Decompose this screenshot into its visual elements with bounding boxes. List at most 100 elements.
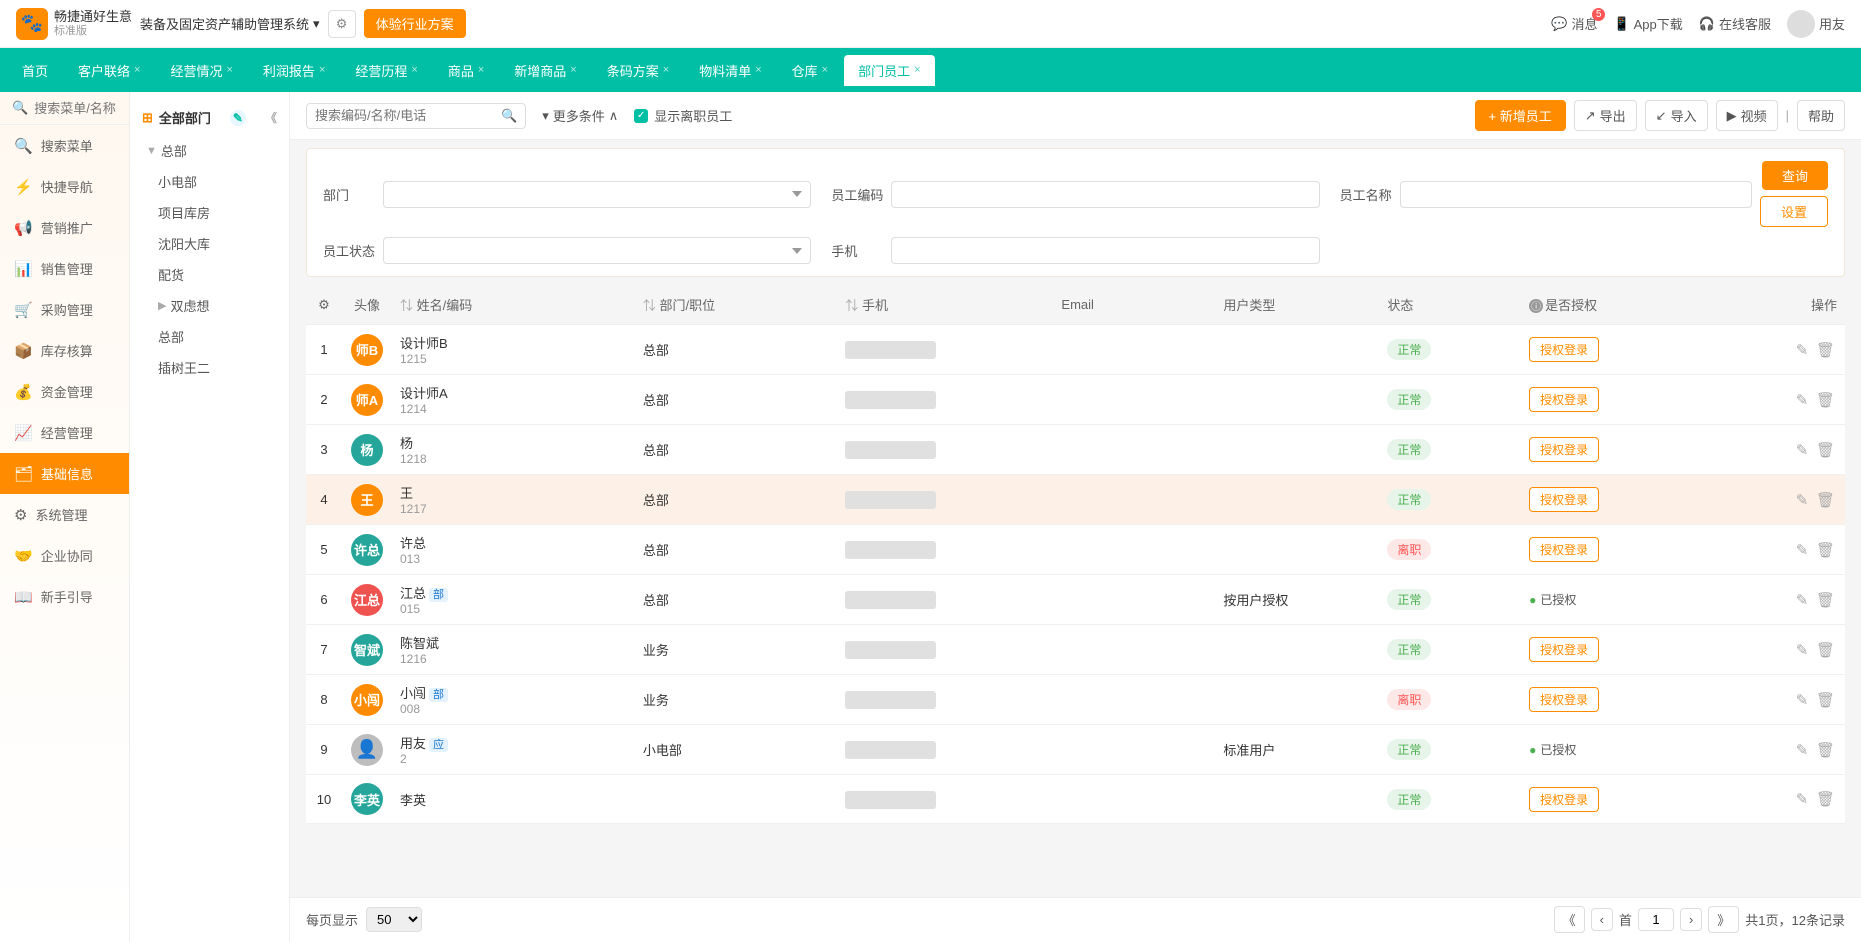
auth-login-button[interactable]: 授权登录 [1529,687,1599,712]
auth-login-button[interactable]: 授权登录 [1529,337,1599,362]
try-plan-button[interactable]: 体验行业方案 [364,9,466,38]
left-nav-item-新手引导[interactable]: 📖新手引导 [0,576,129,617]
help-button[interactable]: 帮助 [1797,100,1845,131]
delete-button[interactable]: 🗑 [1814,540,1837,561]
delete-button[interactable]: 🗑 [1814,340,1837,361]
edit-button[interactable]: ✎ [1794,740,1811,761]
left-nav-item-销售管理[interactable]: 📊销售管理 [0,248,129,289]
more-filter-button[interactable]: ▾ 更多条件 ∧ [534,102,626,129]
filter-code-input[interactable] [891,181,1319,208]
add-employee-button[interactable]: + 新增员工 [1475,100,1566,131]
nav-tab-仓库[interactable]: 仓库× [778,55,842,86]
filter-phone-input[interactable] [891,237,1319,264]
dept-item[interactable]: 总部 [130,321,289,352]
export-button[interactable]: ↗ 导出 [1574,100,1637,131]
next-page-button[interactable]: › [1680,908,1702,931]
nav-tab-经营历程[interactable]: 经营历程× [341,55,431,86]
nav-tab-物料清单[interactable]: 物料清单× [685,55,775,86]
tab-close-icon[interactable]: × [663,64,669,76]
search-submit-icon[interactable]: 🔍 [501,108,517,124]
tab-close-icon[interactable]: × [822,64,828,76]
delete-button[interactable]: 🗑 [1814,640,1837,661]
auth-login-button[interactable]: 授权登录 [1529,637,1599,662]
import-button[interactable]: ↙ 导入 [1645,100,1708,131]
edit-button[interactable]: ✎ [1794,690,1811,711]
edit-button[interactable]: ✎ [1794,340,1811,361]
auth-login-button[interactable]: 授权登录 [1529,437,1599,462]
nav-tab-首页[interactable]: 首页 [8,55,62,86]
video-button[interactable]: ▶ 视频 [1716,100,1778,131]
tab-close-icon[interactable]: × [319,64,325,76]
last-page-button[interactable]: 》 [1708,906,1739,933]
delete-button[interactable]: 🗑 [1814,440,1837,461]
auth-login-button[interactable]: 授权登录 [1529,487,1599,512]
dept-item[interactable]: ▶ 双虑想 [130,290,289,321]
tab-close-icon[interactable]: × [134,64,140,76]
left-nav-item-营销推广[interactable]: 📢营销推广 [0,207,129,248]
th-dept[interactable]: ⇅ 部门/职位 [635,285,837,325]
delete-button[interactable]: 🗑 [1814,690,1837,711]
th-settings[interactable]: ⚙ [306,285,342,325]
left-nav-item-系统管理[interactable]: ⚙系统管理 [0,494,129,535]
tab-close-icon[interactable]: × [478,64,484,76]
left-nav-item-采购管理[interactable]: 🛒采购管理 [0,289,129,330]
dept-item[interactable]: 沈阳大库 [130,228,289,259]
nav-tab-部门员工[interactable]: 部门员工× [844,55,934,86]
filter-name-input[interactable] [1400,181,1752,208]
dept-item[interactable]: 插树王二 [130,352,289,383]
tab-close-icon[interactable]: × [226,64,232,76]
dept-collapse-button[interactable]: 《 [265,109,277,126]
dept-edit-icon[interactable]: ✎ [230,110,246,126]
left-nav-item-库存核算[interactable]: 📦库存核算 [0,330,129,371]
search-menu-input[interactable] [34,101,130,116]
auth-login-button[interactable]: 授权登录 [1529,787,1599,812]
auth-login-button[interactable]: 授权登录 [1529,387,1599,412]
tab-close-icon[interactable]: × [411,64,417,76]
delete-button[interactable]: 🗑 [1814,490,1837,511]
delete-button[interactable]: 🗑 [1814,390,1837,411]
sys-name-dropdown[interactable]: 装备及固定资产辅助管理系统 ▾ [140,14,320,33]
auth-login-button[interactable]: 授权登录 [1529,537,1599,562]
app-download-button[interactable]: 📱 App下载 [1613,14,1682,33]
nav-tab-条码方案[interactable]: 条码方案× [593,55,683,86]
left-nav-item-搜索菜单[interactable]: 🔍搜索菜单 [0,125,129,166]
dept-item[interactable]: 配货 [130,259,289,290]
left-nav-item-经营管理[interactable]: 📈经营管理 [0,412,129,453]
th-name[interactable]: ⇅ 姓名/编码 [392,285,635,325]
filter-status-select[interactable]: 正常 离职 [383,237,811,264]
filter-set-button[interactable]: 设置 [1760,196,1828,227]
th-phone[interactable]: ⇅ 手机 [837,285,1053,325]
nav-tab-新增商品[interactable]: 新增商品× [500,55,590,86]
first-page-button[interactable]: 《 [1554,906,1585,933]
dept-item[interactable]: 项目库房 [130,197,289,228]
left-nav-item-快捷导航[interactable]: ⚡快捷导航 [0,166,129,207]
filter-search-button[interactable]: 查询 [1762,161,1828,190]
filter-dept-select[interactable] [383,181,811,208]
edit-button[interactable]: ✎ [1794,789,1811,810]
nav-tab-利润报告[interactable]: 利润报告× [249,55,339,86]
search-input[interactable] [315,108,495,123]
tab-close-icon[interactable]: × [570,64,576,76]
nav-tab-客户联络[interactable]: 客户联络× [64,55,154,86]
page-number-input[interactable] [1638,908,1674,931]
show-resigned-toggle[interactable]: ✓ 显示离职员工 [634,106,732,125]
delete-button[interactable]: 🗑 [1814,789,1837,810]
message-button[interactable]: 💬 消息 5 [1551,14,1597,33]
page-size-select[interactable]: 50 20 100 [366,907,422,932]
prev-page-button[interactable]: ‹ [1591,908,1613,931]
left-nav-item-资金管理[interactable]: 💰资金管理 [0,371,129,412]
edit-button[interactable]: ✎ [1794,490,1811,511]
tab-close-icon[interactable]: × [755,64,761,76]
show-resigned-checkbox[interactable]: ✓ [634,109,648,123]
left-nav-item-企业协同[interactable]: 🤝企业协同 [0,535,129,576]
settings-button[interactable]: ⚙ [328,10,356,38]
user-menu[interactable]: 用友 [1787,10,1845,38]
delete-button[interactable]: 🗑 [1814,590,1837,611]
edit-button[interactable]: ✎ [1794,640,1811,661]
online-service-button[interactable]: 🎧 在线客服 [1699,14,1771,33]
dept-item[interactable]: 小电部 [130,166,289,197]
dept-item[interactable]: ▼ 总部 [130,135,289,166]
nav-tab-经营情况[interactable]: 经营情况× [156,55,246,86]
left-nav-item-基础信息[interactable]: 🗂基础信息 [0,453,129,494]
tab-close-icon[interactable]: × [914,64,920,76]
